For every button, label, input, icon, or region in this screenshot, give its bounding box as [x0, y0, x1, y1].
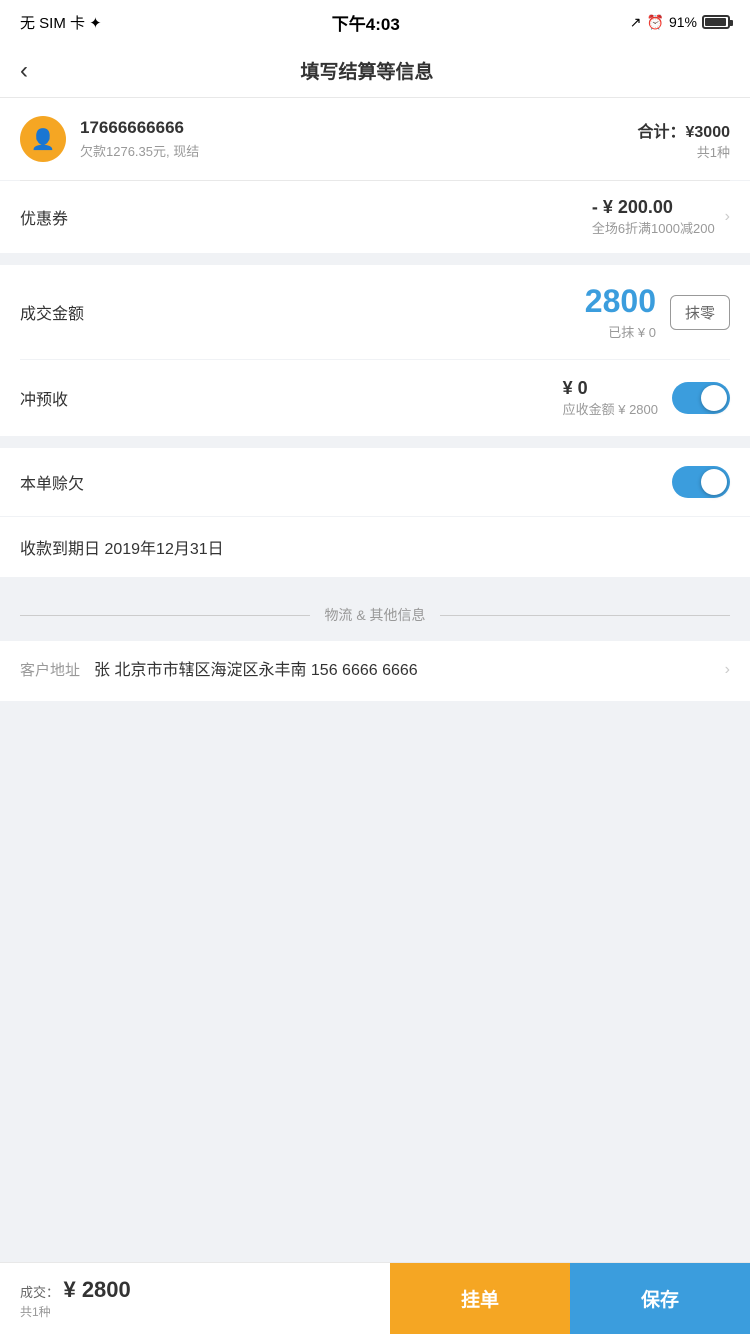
bottom-filler [0, 701, 750, 881]
coupon-arrow-icon: › [725, 208, 730, 226]
sim-label: 无 SIM 卡 ✦ [20, 12, 102, 33]
status-left: 无 SIM 卡 ✦ [20, 12, 102, 33]
status-bar: 无 SIM 卡 ✦ 下午4:03 ↗ ⏰ 91% [0, 0, 750, 44]
address-label: 客户地址 [20, 659, 80, 680]
avatar: 👤 [20, 116, 66, 162]
due-date-text: 收款到期日 2019年12月31日 [20, 541, 224, 558]
status-right: ↗ ⏰ 91% [630, 14, 730, 31]
customer-card: 👤 17666666666 欠款1276.35元, 现结 合计：¥3000 共1… [0, 98, 750, 180]
round-button[interactable]: 抹零 [670, 295, 730, 330]
logistics-label: 物流 & 其他信息 [324, 605, 425, 625]
alarm-icon: ⏰ [647, 14, 664, 31]
bottom-summary-count: 共1种 [20, 1303, 370, 1320]
debt-toggle[interactable] [672, 466, 730, 498]
bottom-bar: 成交： ¥ 2800 共1种 挂单 保存 [0, 1262, 750, 1334]
customer-phone: 17666666666 [80, 118, 199, 138]
coupon-label: 优惠券 [20, 205, 68, 229]
hang-button[interactable]: 挂单 [390, 1263, 570, 1334]
battery-icon [702, 15, 730, 29]
customer-total: 合计：¥3000 共1种 [638, 118, 731, 161]
customer-info-left: 👤 17666666666 欠款1276.35元, 现结 [20, 116, 199, 162]
coupon-desc: 全场6折满1000减200 [592, 218, 715, 237]
prepaid-amount: ¥ 0 [563, 378, 658, 399]
prepaid-row: 冲预收 ¥ 0 应收金额 ¥ 2800 [20, 360, 730, 436]
transaction-amount-row: 成交金额 2800 已抹 ¥ 0 抹零 [20, 265, 730, 360]
toggle-knob [701, 385, 727, 411]
due-date-section: 收款到期日 2019年12月31日 [0, 516, 750, 577]
section-gap-2 [0, 436, 750, 448]
debt-label: 本单赊欠 [20, 470, 84, 494]
section-gap-1 [0, 253, 750, 265]
save-button[interactable]: 保存 [570, 1263, 750, 1334]
avatar-icon: 👤 [31, 127, 56, 152]
address-section[interactable]: 客户地址 张 北京市市辖区海淀区永丰南 156 6666 6666 › [0, 641, 750, 701]
logistics-line-left [20, 615, 310, 616]
bottom-summary-label: 成交： [20, 1285, 59, 1300]
nav-bar: ‹ 填写结算等信息 [0, 44, 750, 98]
transaction-rounded: 已抹 ¥ 0 [585, 322, 656, 341]
bottom-summary-row: 成交： ¥ 2800 [20, 1277, 370, 1303]
transaction-amount-label: 成交金额 [20, 300, 84, 324]
transaction-section: 成交金额 2800 已抹 ¥ 0 抹零 冲预收 ¥ 0 应收金额 ¥ 2800 [0, 265, 750, 436]
prepaid-label: 冲预收 [20, 386, 68, 410]
transaction-amount-value: 2800 [585, 283, 656, 320]
customer-debt: 欠款1276.35元, 现结 [80, 141, 199, 160]
prepaid-right: ¥ 0 应收金额 ¥ 2800 [563, 378, 730, 418]
prepaid-toggle[interactable] [672, 382, 730, 414]
status-time: 下午4:03 [332, 10, 400, 35]
coupon-row[interactable]: 优惠券 - ¥ 200.00 全场6折满1000减200 › [0, 181, 750, 253]
bottom-summary: 成交： ¥ 2800 共1种 [0, 1263, 390, 1334]
customer-details: 17666666666 欠款1276.35元, 现结 [80, 118, 199, 160]
debt-toggle-knob [701, 469, 727, 495]
logistics-divider: 物流 & 其他信息 [0, 589, 750, 641]
debt-section: 本单赊欠 [0, 448, 750, 516]
total-count: 共1种 [638, 142, 731, 161]
receivable-sub: 应收金额 ¥ 2800 [563, 399, 658, 418]
main-content: 👤 17666666666 欠款1276.35元, 现结 合计：¥3000 共1… [0, 98, 750, 881]
address-value: 张 北京市市辖区海淀区永丰南 156 6666 6666 [94, 659, 711, 683]
back-button[interactable]: ‹ [20, 57, 28, 85]
location-icon: ↗ [630, 14, 642, 31]
page-title: 填写结算等信息 [48, 57, 686, 84]
total-amount: 合计：¥3000 [638, 118, 731, 142]
transaction-amount-right: 2800 已抹 ¥ 0 抹零 [585, 283, 730, 341]
battery-percent: 91% [669, 14, 697, 30]
section-gap-3 [0, 577, 750, 589]
address-arrow-icon: › [725, 661, 730, 679]
coupon-right: - ¥ 200.00 全场6折满1000减200 › [592, 197, 730, 237]
bottom-summary-amount: ¥ 2800 [63, 1277, 130, 1302]
logistics-line-right [440, 615, 730, 616]
coupon-discount: - ¥ 200.00 [592, 197, 715, 218]
